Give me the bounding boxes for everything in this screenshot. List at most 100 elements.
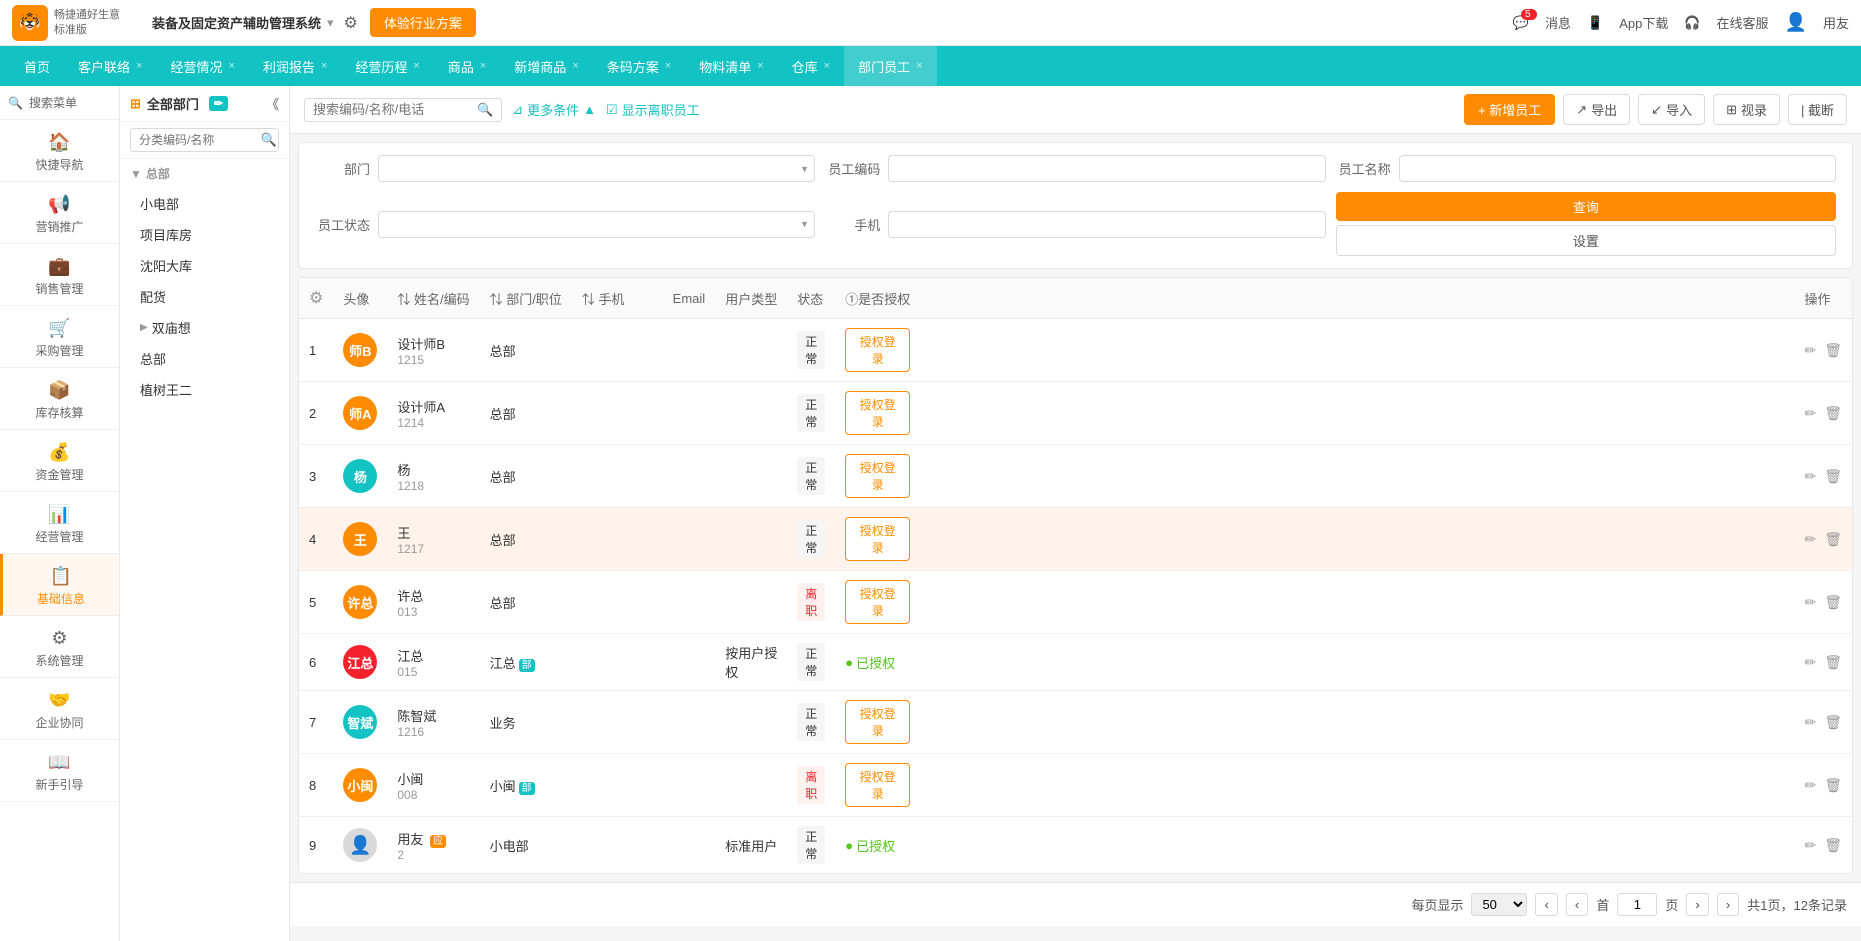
tree-node-zongbu[interactable]: 总部 xyxy=(120,343,289,374)
emp-name-input[interactable] xyxy=(1399,155,1836,182)
edit-icon[interactable]: ✏ xyxy=(1804,405,1816,422)
sidebar-item-finance[interactable]: 💰 资金管理 xyxy=(0,430,119,492)
auth-login-button[interactable]: 授权登录 xyxy=(845,391,910,435)
nav-item-home[interactable]: 首页 xyxy=(10,46,64,86)
emp-status-select[interactable] xyxy=(378,211,815,238)
per-page-select[interactable]: 50 20 100 xyxy=(1471,893,1527,916)
page-number-input[interactable] xyxy=(1617,893,1657,916)
tree-edit-icon[interactable]: ✏ xyxy=(209,96,228,111)
auth-login-button[interactable]: 授权登录 xyxy=(845,700,910,744)
tree-node-xiangmu[interactable]: 项目库房 xyxy=(120,219,289,250)
nav-item-barcode[interactable]: 条码方案 × xyxy=(593,46,685,86)
nav-item-customer[interactable]: 客户联络 × xyxy=(64,46,156,86)
delete-icon[interactable]: 🗑 xyxy=(1824,468,1842,485)
sidebar-item-nav[interactable]: 🏠 快捷导航 xyxy=(0,120,119,182)
tree-node-shenyang[interactable]: 沈阳大库 xyxy=(120,250,289,281)
edit-icon[interactable]: ✏ xyxy=(1804,342,1816,359)
export-icon: ↗ xyxy=(1576,102,1587,118)
import-button[interactable]: ↙ 导入 xyxy=(1638,94,1705,125)
add-employee-button[interactable]: + 新增员工 xyxy=(1464,94,1555,125)
nav-item-operation[interactable]: 经营情况 × xyxy=(156,46,248,86)
tree-search-icon[interactable]: 🔍 xyxy=(261,132,277,147)
edit-icon[interactable]: ✏ xyxy=(1804,468,1816,485)
search-icon[interactable]: 🔍 xyxy=(477,102,493,118)
app-download-icon[interactable]: 📱 xyxy=(1587,15,1603,31)
sidebar-item-sales[interactable]: 💼 销售管理 xyxy=(0,244,119,306)
nav-item-profit[interactable]: 利润报告 × xyxy=(249,46,341,86)
nav-item-department[interactable]: 部门员工 × xyxy=(844,46,936,86)
message-icon[interactable]: 💬 5 xyxy=(1513,15,1529,31)
sidebar-item-marketing[interactable]: 📢 营销推广 xyxy=(0,182,119,244)
nav-item-warehouse[interactable]: 仓库 × xyxy=(778,46,844,86)
trial-button[interactable]: 体验行业方案 xyxy=(370,8,476,37)
row-phone: 138****8888 xyxy=(572,754,663,817)
delete-icon[interactable]: 🗑 xyxy=(1824,594,1842,611)
tree-collapse-icon[interactable]: 《 xyxy=(266,94,279,113)
nav-item-history[interactable]: 经营历程 × xyxy=(341,46,433,86)
app-download-label[interactable]: App下载 xyxy=(1619,13,1668,32)
edit-icon[interactable]: ✏ xyxy=(1804,837,1816,854)
prev-page-button[interactable]: ‹ xyxy=(1566,893,1588,916)
auth-login-button[interactable]: 授权登录 xyxy=(845,763,910,807)
sidebar-item-business[interactable]: 📊 经营管理 xyxy=(0,492,119,554)
auth-login-button[interactable]: 授权登录 xyxy=(845,328,910,372)
sidebar-item-basic[interactable]: 📋 基础信息 xyxy=(0,554,119,616)
phone-input[interactable] xyxy=(888,211,1325,238)
more-button[interactable]: | 截断 xyxy=(1788,94,1847,125)
tree-node-peihuo[interactable]: 配货 xyxy=(120,281,289,312)
edit-icon[interactable]: ✏ xyxy=(1804,654,1816,671)
edit-icon[interactable]: ✏ xyxy=(1804,531,1816,548)
delete-icon[interactable]: 🗑 xyxy=(1824,714,1842,731)
delete-icon[interactable]: 🗑 xyxy=(1824,777,1842,794)
delete-icon[interactable]: 🗑 xyxy=(1824,342,1842,359)
next-page-button[interactable]: › xyxy=(1686,893,1708,916)
emp-name-label: 员工名称 xyxy=(1336,159,1391,178)
sidebar-item-system[interactable]: ⚙ 系统管理 xyxy=(0,616,119,678)
query-button[interactable]: 查询 xyxy=(1336,192,1836,221)
dropdown-arrow[interactable]: ▾ xyxy=(327,15,334,31)
sidebar-item-purchase[interactable]: 🛒 采购管理 xyxy=(0,306,119,368)
filter-btn[interactable]: ⊿ 更多条件 ▲ xyxy=(512,100,596,119)
nav-item-material[interactable]: 物料清单 × xyxy=(685,46,777,86)
export-button[interactable]: ↗ 导出 xyxy=(1563,94,1630,125)
sidebar-item-inventory[interactable]: 📦 库存核算 xyxy=(0,368,119,430)
emp-code-input[interactable] xyxy=(888,155,1325,182)
tree-node-shuangmiao[interactable]: ▶ 双庙想 xyxy=(120,312,289,343)
delete-icon[interactable]: 🗑 xyxy=(1824,531,1842,548)
dept-select[interactable] xyxy=(378,155,815,182)
online-service-icon[interactable]: 🎧 xyxy=(1684,15,1700,31)
col-settings[interactable]: ⚙ xyxy=(299,278,333,319)
sidebar-item-label: 营销推广 xyxy=(35,218,83,235)
delete-icon[interactable]: 🗑 xyxy=(1824,837,1842,854)
checkbox-icon: ☑ xyxy=(606,102,618,118)
tree-node-xiaodibu[interactable]: 小电部 xyxy=(120,188,289,219)
auth-login-button[interactable]: 授权登录 xyxy=(845,454,910,498)
delete-icon[interactable]: 🗑 xyxy=(1824,654,1842,671)
last-page-button[interactable]: › xyxy=(1717,893,1739,916)
sidebar-item-guide[interactable]: 📖 新手引导 xyxy=(0,740,119,802)
col-name[interactable]: ⇅ 姓名/编码 xyxy=(387,278,479,319)
search-input[interactable] xyxy=(313,102,473,117)
delete-icon[interactable]: 🗑 xyxy=(1824,405,1842,422)
sidebar-search[interactable]: 🔍 搜索菜单 xyxy=(0,86,119,120)
row-spacer xyxy=(920,817,1794,874)
view-button[interactable]: ⊞ 视录 xyxy=(1713,94,1780,125)
sidebar-item-collab[interactable]: 🤝 企业协同 xyxy=(0,678,119,740)
online-service-label[interactable]: 在线客服 xyxy=(1717,13,1769,32)
user-label[interactable]: 用友 xyxy=(1823,13,1849,32)
tree-node-zhishu[interactable]: 植树王二 xyxy=(120,374,289,405)
edit-icon[interactable]: ✏ xyxy=(1804,777,1816,794)
auth-login-button[interactable]: 授权登录 xyxy=(845,580,910,624)
nav-item-new-goods[interactable]: 新增商品 × xyxy=(500,46,592,86)
settings-icon[interactable]: ⚙ xyxy=(344,13,358,33)
first-page-button[interactable]: ‹ xyxy=(1535,893,1557,916)
reset-button[interactable]: 设置 xyxy=(1336,225,1836,256)
tree-search-input[interactable] xyxy=(130,128,279,152)
edit-icon[interactable]: ✏ xyxy=(1804,594,1816,611)
edit-icon[interactable]: ✏ xyxy=(1804,714,1816,731)
col-dept[interactable]: ⇅ 部门/职位 xyxy=(480,278,572,319)
auth-login-button[interactable]: 授权登录 xyxy=(845,517,910,561)
col-phone[interactable]: ⇅ 手机 xyxy=(572,278,663,319)
show-resigned-checkbox[interactable]: ☑ 显示离职员工 xyxy=(606,100,700,119)
nav-item-goods[interactable]: 商品 × xyxy=(434,46,500,86)
